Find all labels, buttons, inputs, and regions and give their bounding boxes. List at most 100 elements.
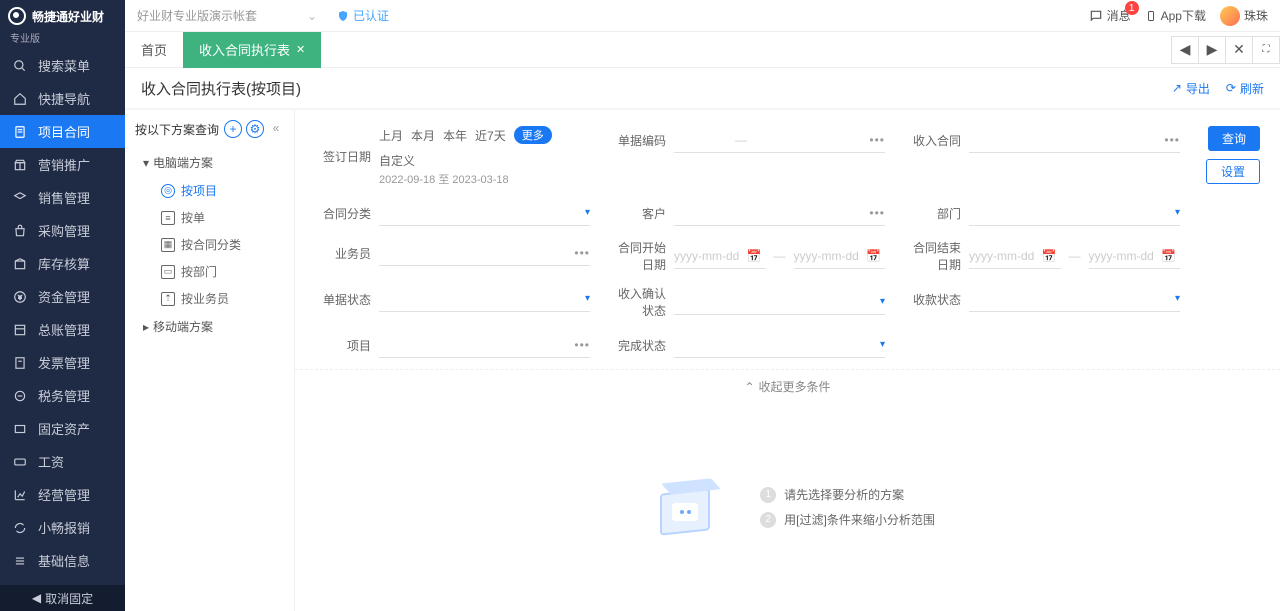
empty-step-1: 1请先选择要分析的方案 <box>760 482 935 507</box>
tabs-prev-button[interactable]: ◀ <box>1171 36 1199 64</box>
lookup-icon[interactable]: ••• <box>574 246 590 260</box>
tab-home[interactable]: 首页 <box>125 32 183 68</box>
salesman-input[interactable]: ••• <box>379 240 590 266</box>
confirm-status-select[interactable]: ▾ <box>674 289 885 315</box>
quick-last-month[interactable]: 上月 <box>379 127 403 144</box>
gift-icon <box>12 157 28 173</box>
menu-project-contract[interactable]: 项目合同 <box>0 115 125 148</box>
quick-custom[interactable]: 自定义 <box>379 152 415 169</box>
customer-input[interactable]: ••• <box>674 200 885 226</box>
user-menu[interactable]: 珠珠 <box>1220 6 1268 26</box>
menu-search[interactable]: 搜索菜单 <box>0 49 125 82</box>
close-icon[interactable]: ✕ <box>296 43 305 56</box>
menu-invoice[interactable]: 发票管理 <box>0 346 125 379</box>
tax-icon <box>12 388 28 404</box>
menu-salary[interactable]: 工资 <box>0 445 125 478</box>
bars-icon: ≡ <box>161 211 175 225</box>
refresh-button[interactable]: ⟳刷新 <box>1226 80 1264 97</box>
menu-basic[interactable]: 基础信息 <box>0 544 125 577</box>
lookup-icon[interactable]: ••• <box>1164 133 1180 147</box>
empty-illustration-icon <box>640 467 730 547</box>
scheme-by-project[interactable]: ◎按项目 <box>125 177 294 204</box>
query-button[interactable]: 查询 <box>1208 126 1260 151</box>
dataset-selector[interactable]: 好业财专业版演示帐套 ⌄ <box>137 7 317 24</box>
collapse-filters-button[interactable]: ⌃ 收起更多条件 <box>295 369 1280 403</box>
scheme-by-contract-cat[interactable]: ▦按合同分类 <box>125 231 294 258</box>
logo-icon <box>8 7 26 25</box>
lookup-icon[interactable]: ••• <box>869 133 885 147</box>
chat-icon <box>1089 9 1103 23</box>
chevron-down-icon: ▾ <box>880 339 885 350</box>
doc-status-select[interactable]: ▾ <box>379 286 590 312</box>
lookup-icon[interactable]: ••• <box>574 338 590 352</box>
settings-button[interactable]: 设置 <box>1206 159 1260 184</box>
quick-seven-days[interactable]: 近7天 <box>475 127 506 144</box>
project-input[interactable]: ••• <box>379 332 590 358</box>
messages-button[interactable]: 消息 1 <box>1089 7 1131 24</box>
filter-sign-date: 签订日期 上月 本月 本年 近7天 更多 自定义 2022-09-18 至 20… <box>315 126 590 187</box>
calendar-icon: 📅 <box>866 249 881 263</box>
app-download-button[interactable]: App下载 <box>1145 7 1206 24</box>
quick-this-year[interactable]: 本年 <box>443 127 467 144</box>
collapse-panel-button[interactable]: « <box>268 120 284 136</box>
done-status-select[interactable]: ▾ <box>674 332 885 358</box>
end-date-to[interactable]: yyyy-mm-dd📅 <box>1089 243 1181 269</box>
scheme-group-desktop[interactable]: ▾电脑端方案 <box>125 148 294 177</box>
menu-biz[interactable]: 经营管理 <box>0 478 125 511</box>
income-contract-input[interactable]: ••• <box>969 127 1180 153</box>
menu-tax[interactable]: 税务管理 <box>0 379 125 412</box>
tabs-fullscreen-button[interactable]: ⛶ <box>1252 36 1280 64</box>
tab-income-contract-exec[interactable]: 收入合同执行表 ✕ <box>183 32 321 68</box>
bag-icon <box>12 223 28 239</box>
chevron-down-icon: ⌄ <box>307 9 317 23</box>
scheme-by-dept[interactable]: ▭按部门 <box>125 258 294 285</box>
menu-ledger[interactable]: 总账管理 <box>0 313 125 346</box>
scheme-by-salesman[interactable]: ⇡按业务员 <box>125 285 294 312</box>
list-icon <box>12 553 28 569</box>
main-menu: 搜索菜单 快捷导航 项目合同 营销推广 销售管理 采购管理 库存核算 ¥资金管理… <box>0 49 125 610</box>
scheme-by-doc[interactable]: ≡按单 <box>125 204 294 231</box>
menu-marketing[interactable]: 营销推广 <box>0 148 125 181</box>
calendar-icon: 📅 <box>1042 249 1057 263</box>
chart-icon <box>12 487 28 503</box>
start-date-from[interactable]: yyyy-mm-dd📅 <box>674 243 766 269</box>
document-icon <box>12 124 28 140</box>
start-date-to[interactable]: yyyy-mm-dd📅 <box>794 243 886 269</box>
scheme-group-mobile[interactable]: ▸移动端方案 <box>125 312 294 341</box>
menu-expense[interactable]: 小畅报销 <box>0 511 125 544</box>
chevron-down-icon: ▾ <box>585 293 590 304</box>
tabs-next-button[interactable]: ▶ <box>1198 36 1226 64</box>
filter-salesman: 业务员 ••• <box>315 239 590 267</box>
tabs-strip: 首页 收入合同执行表 ✕ ◀ ▶ ✕ ⛶ <box>125 32 1280 68</box>
chevron-down-icon: ▾ <box>1175 207 1180 218</box>
building-icon: ▭ <box>161 265 175 279</box>
menu-sales[interactable]: 销售管理 <box>0 181 125 214</box>
caret-right-icon: ▸ <box>143 320 149 334</box>
menu-purchase[interactable]: 采购管理 <box>0 214 125 247</box>
tabs-close-button[interactable]: ✕ <box>1225 36 1253 64</box>
add-scheme-button[interactable]: + <box>224 120 242 138</box>
quick-this-month[interactable]: 本月 <box>411 127 435 144</box>
collect-status-select[interactable]: ▾ <box>969 286 1180 312</box>
quick-more[interactable]: 更多 <box>514 126 552 144</box>
lookup-icon[interactable]: ••• <box>869 206 885 220</box>
filter-confirm-status: 收入确认状态 ▾ <box>610 285 885 319</box>
brand-tag: 专业版 <box>0 30 125 45</box>
contract-cat-select[interactable]: ▾ <box>379 200 590 226</box>
sidebar-unpin[interactable]: ◀ 取消固定 <box>0 585 125 611</box>
end-date-from[interactable]: yyyy-mm-dd📅 <box>969 243 1061 269</box>
scheme-settings-button[interactable]: ⚙ <box>246 120 264 138</box>
menu-funds[interactable]: ¥资金管理 <box>0 280 125 313</box>
brand-name: 畅捷通好业财 <box>32 8 104 25</box>
menu-quicknav[interactable]: 快捷导航 <box>0 82 125 115</box>
dept-select[interactable]: ▾ <box>969 200 1180 226</box>
doc-no-input[interactable]: —••• <box>674 127 885 153</box>
export-button[interactable]: ↗导出 <box>1172 80 1210 97</box>
page-content: 收入合同执行表(按项目) ↗导出 ⟳刷新 按以下方案查询 + ⚙ « ▾电脑端方… <box>125 68 1280 611</box>
menu-inventory[interactable]: 库存核算 <box>0 247 125 280</box>
menu-asset[interactable]: 固定资产 <box>0 412 125 445</box>
chevron-up-icon: ⌃ <box>744 380 754 394</box>
chevron-down-icon: ▾ <box>585 207 590 218</box>
brand-logo: 畅捷通好业财 <box>0 0 125 32</box>
target-icon: ◎ <box>161 184 175 198</box>
